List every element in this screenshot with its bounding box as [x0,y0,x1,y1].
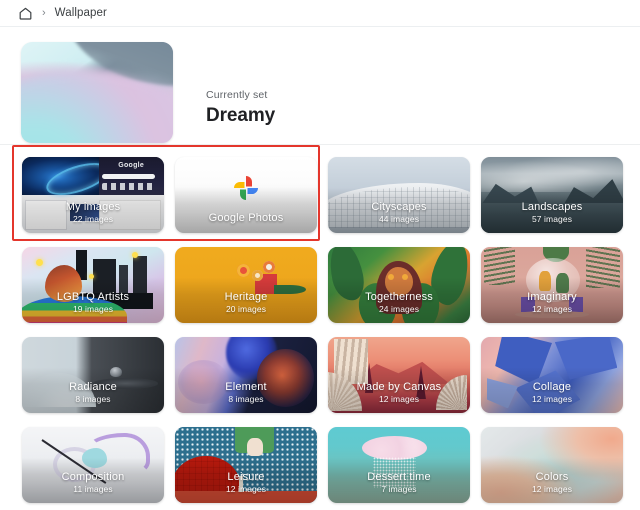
card-image-count: 12 images [531,484,573,494]
wallpaper-card-my-images[interactable]: GoogleMy images22 images [22,157,164,233]
home-icon[interactable] [18,6,33,21]
card-image-count: 12 images [378,394,420,404]
wallpaper-card-radiance[interactable]: Radiance 8 images [22,337,164,413]
card-image-count: 22 images [72,214,114,224]
card-caption: Radiance 8 images [22,381,164,405]
home-icon-svg [19,7,32,20]
wallpaper-card-lgbtq-artists[interactable]: LGBTQ Artists 19 images [22,247,164,323]
card-title: Cityscapes [371,201,427,213]
card-caption: Cityscapes 44 images [328,201,470,225]
card-caption: Composition 11 images [22,471,164,495]
card-image-count: 7 images [381,484,417,494]
card-image-count: 12 images [531,304,573,314]
card-title: Google Photos [208,212,284,224]
card-title: Composition [61,471,125,483]
card-caption: Dessert time 7 images [328,471,470,495]
current-wallpaper-thumbnail[interactable] [21,42,173,143]
wallpaper-card-google-photos[interactable]: Google Photos [175,157,317,233]
card-caption: Google Photos [175,212,317,225]
wallpaper-card-leisure[interactable]: Leisure 12 images [175,427,317,503]
card-caption: Imaginary 12 images [481,291,623,315]
card-title: Togetherness [365,291,433,303]
card-caption: Element 8 images [175,381,317,405]
wallpaper-card-heritage[interactable]: Heritage 20 images [175,247,317,323]
wallpaper-card-togetherness[interactable]: Togetherness 24 images [328,247,470,323]
card-image-count: 11 images [73,484,113,494]
card-caption: Togetherness 24 images [328,291,470,315]
card-caption: Landscapes 57 images [481,201,623,225]
currently-set-label: Currently set [206,89,268,101]
currently-set-section: Currently set Dreamy [0,27,640,145]
card-title: Landscapes [521,201,583,213]
breadcrumb-separator-icon: › [42,6,46,19]
card-caption: Colors 12 images [481,471,623,495]
card-image-count: 20 images [225,304,267,314]
card-caption: Leisure 12 images [175,471,317,495]
card-title: Element [225,381,267,393]
card-caption: Made by Canvas 12 images [328,381,470,405]
wallpaper-card-imaginary[interactable]: Imaginary 12 images [481,247,623,323]
current-wallpaper-meta: Currently set Dreamy [173,42,275,127]
card-title: Collage [532,381,572,393]
wallpaper-card-element[interactable]: Element 8 images [175,337,317,413]
card-title: Made by Canvas [356,381,442,393]
card-image-count: 8 images [228,394,264,404]
card-title: Dessert time [367,471,431,483]
card-title: Colors [535,471,569,483]
card-image-count: 8 images [75,394,111,404]
card-image-count: 44 images [378,214,420,224]
card-title: Leisure [227,471,265,483]
wallpaper-card-colors[interactable]: Colors 12 images [481,427,623,503]
card-title: LGBTQ Artists [56,291,130,303]
card-title: My images [65,201,121,213]
card-title: Radiance [69,381,117,393]
wallpaper-collection-grid: GoogleMy images22 images Google Photos Cit… [0,145,640,503]
wallpaper-card-composition[interactable]: Composition 11 images [22,427,164,503]
card-caption: Heritage 20 images [175,291,317,315]
card-title: Imaginary [527,291,577,303]
card-image-count: 24 images [378,304,420,314]
card-image-count: 19 images [72,304,114,314]
card-caption: My images 22 images [22,201,164,225]
wallpaper-card-collage[interactable]: Collage 12 images [481,337,623,413]
breadcrumb: › Wallpaper [0,0,640,27]
wallpaper-card-made-by-canvas[interactable]: Made by Canvas 12 images [328,337,470,413]
card-image-count: 12 images [531,394,573,404]
card-caption: Collage 12 images [481,381,623,405]
card-image-count: 57 images [531,214,573,224]
current-wallpaper-name: Dreamy [206,105,276,126]
wallpaper-card-landscapes[interactable]: Landscapes 57 images [481,157,623,233]
card-caption: LGBTQ Artists 19 images [22,291,164,315]
card-title: Heritage [224,291,268,303]
card-image-count: 12 images [225,484,267,494]
wallpaper-card-cityscapes[interactable]: Cityscapes 44 images [328,157,470,233]
breadcrumb-current[interactable]: Wallpaper [55,7,107,19]
wallpaper-card-dessert-time[interactable]: Dessert time 7 images [328,427,470,503]
